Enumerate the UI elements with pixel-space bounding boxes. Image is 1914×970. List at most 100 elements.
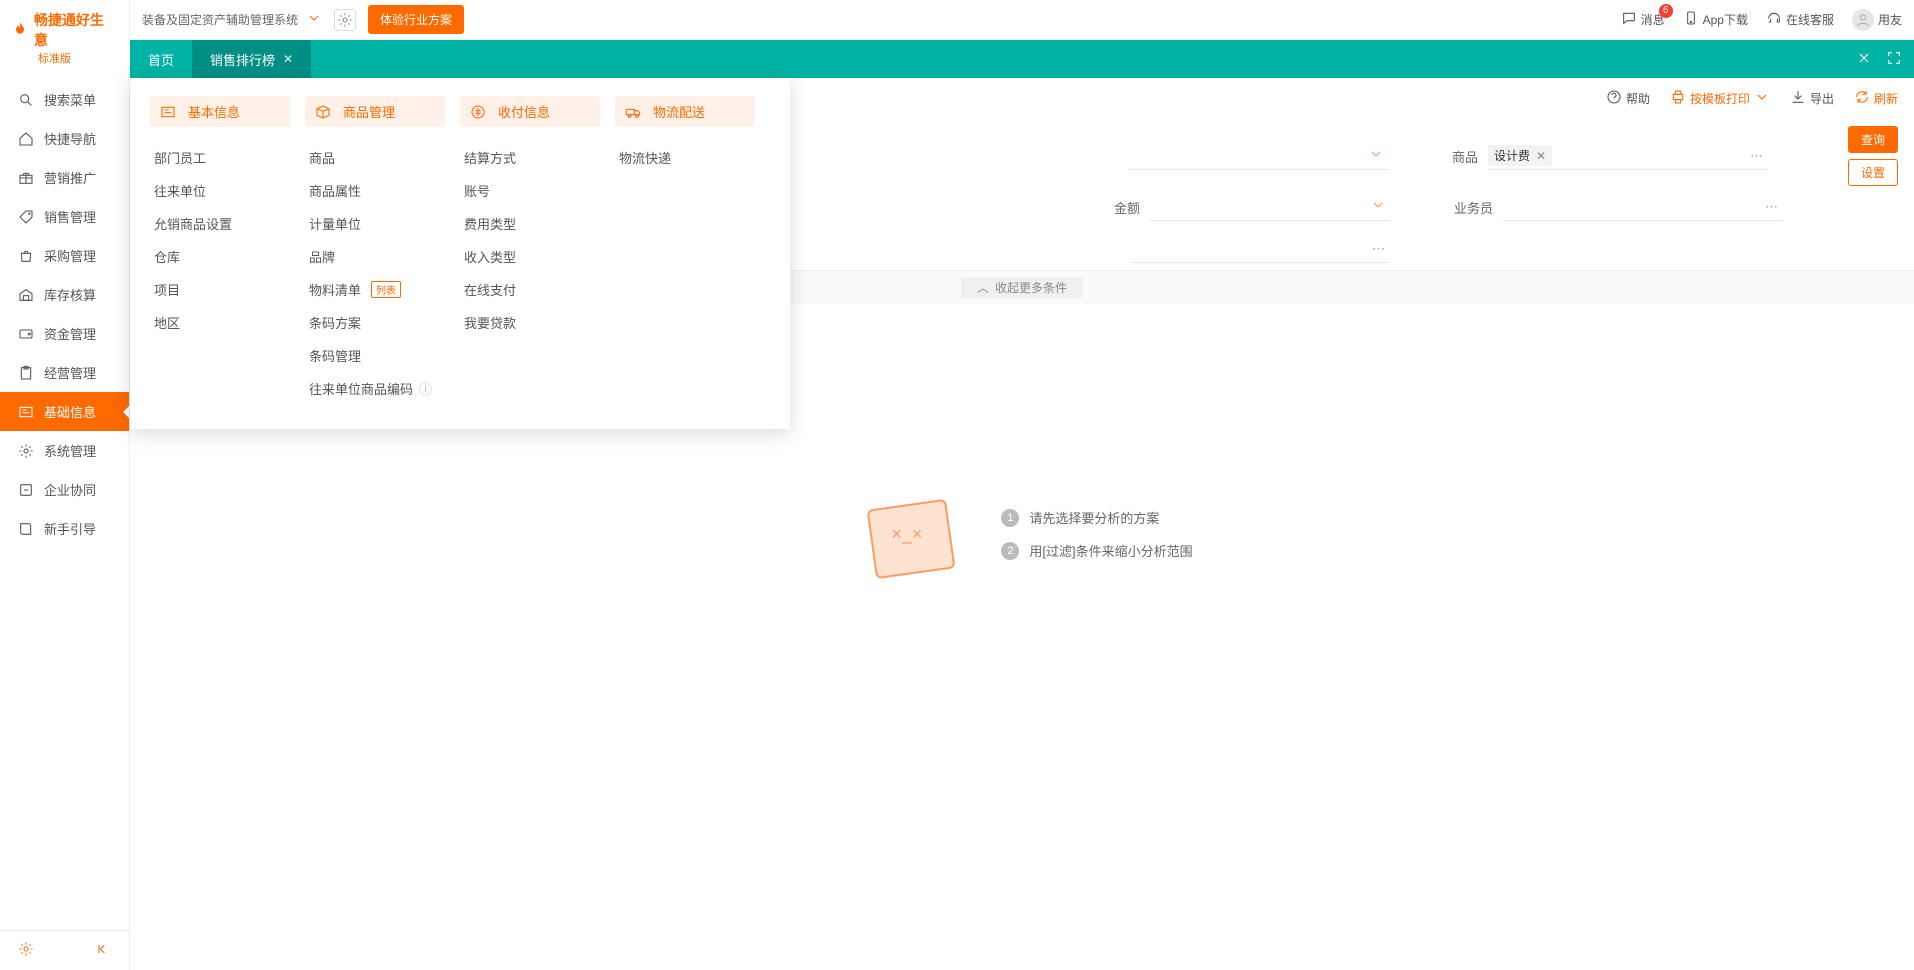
filter-settings-button[interactable]: 设置 <box>1848 159 1898 186</box>
mega-item[interactable]: 允销商品设置 <box>150 207 305 240</box>
system-name: 装备及固定资产辅助管理系统 <box>142 11 298 28</box>
mega-menu: 基本信息 部门员工 往来单位 允销商品设置 仓库 项目 地区 商品管理 商品 商… <box>130 78 790 429</box>
chevron-down-icon <box>1754 89 1770 108</box>
sidebar-item-label: 经营管理 <box>44 363 96 382</box>
mega-item[interactable]: 品牌 <box>305 240 460 273</box>
topbar: 装备及固定资产辅助管理系统 体验行业方案 消息 6 App下载 在线客服 <box>130 0 1914 40</box>
mega-item[interactable]: 费用类型 <box>460 207 615 240</box>
settings-icon <box>18 443 34 459</box>
messages-badge: 6 <box>1659 4 1673 18</box>
mega-item[interactable]: 商品属性 <box>305 174 460 207</box>
mega-item[interactable]: 结算方式 <box>460 141 615 174</box>
footer-gear-icon[interactable] <box>18 941 34 960</box>
sidebar-item-label: 资金管理 <box>44 324 96 343</box>
product-input[interactable]: 设计费✕ ⋯ <box>1488 142 1768 170</box>
sidebar-item-label: 采购管理 <box>44 246 96 265</box>
amount-dropdown[interactable] <box>1150 193 1390 221</box>
sidebar-item-basicinfo[interactable]: 基础信息 <box>0 392 129 431</box>
help-icon[interactable]: ⓘ <box>419 379 432 398</box>
mega-item[interactable]: 收入类型 <box>460 240 615 273</box>
more-icon[interactable]: ⋯ <box>1372 241 1386 257</box>
user-name: 用友 <box>1878 11 1902 28</box>
system-selector[interactable]: 装备及固定资产辅助管理系统 <box>142 10 322 29</box>
mega-item[interactable]: 我要贷款 <box>460 306 615 339</box>
sidebar-item-business[interactable]: 经营管理 <box>0 353 129 392</box>
export-icon <box>1790 89 1806 108</box>
sidebar-item-funds[interactable]: 资金管理 <box>0 314 129 353</box>
sidebar-item-purchase[interactable]: 采购管理 <box>0 236 129 275</box>
top-actions: 消息 6 App下载 在线客服 用友 <box>1621 9 1902 31</box>
mega-item[interactable]: 计量单位 <box>305 207 460 240</box>
mega-header-product: 商品管理 <box>305 96 445 127</box>
mega-item[interactable]: 项目 <box>150 273 305 306</box>
amount-label: 金额 <box>1114 198 1140 217</box>
sidebar-item-inventory[interactable]: 库存核算 <box>0 275 129 314</box>
bag-icon <box>18 248 34 264</box>
chevron-down-icon <box>306 10 322 29</box>
mega-item[interactable]: 仓库 <box>150 240 305 273</box>
brand-name: 畅捷通好生意 <box>34 10 117 50</box>
money-icon <box>470 104 490 120</box>
flame-icon <box>12 21 28 40</box>
sidebar-item-system[interactable]: 系统管理 <box>0 431 129 470</box>
system-settings-button[interactable] <box>334 9 356 31</box>
product-label: 商品 <box>1452 147 1478 166</box>
sidebar-item-label: 销售管理 <box>44 207 96 226</box>
print-template-button[interactable]: 按模板打印 <box>1670 89 1770 108</box>
mega-item[interactable]: 物流快递 <box>615 141 770 174</box>
mega-item-partnersku[interactable]: 往来单位商品编码ⓘ <box>305 372 460 405</box>
sidebar-item-label: 搜索菜单 <box>44 90 96 109</box>
mega-item[interactable]: 条码方案 <box>305 306 460 339</box>
mega-col-product: 商品管理 商品 商品属性 计量单位 品牌 物料清单列表 条码方案 条码管理 往来… <box>305 96 460 405</box>
tab-home[interactable]: 首页 <box>130 40 192 78</box>
warehouse-icon <box>18 287 34 303</box>
mega-header-payment: 收付信息 <box>460 96 600 127</box>
owner-input[interactable]: ⋯ <box>1503 193 1783 221</box>
sidebar-item-label: 库存核算 <box>44 285 96 304</box>
filter-input-3[interactable]: ⋯ <box>1130 235 1390 263</box>
refresh-button[interactable]: 刷新 <box>1854 89 1898 108</box>
sidebar-item-collab[interactable]: 企业协同 <box>0 470 129 509</box>
user-menu[interactable]: 用友 <box>1852 9 1902 31</box>
sidebar: 畅捷通好生意 标准版 搜索菜单 快捷导航 营销推广 销售管理 采购管理 库存核算… <box>0 0 130 970</box>
more-icon[interactable]: ⋯ <box>1765 199 1779 215</box>
owner-label: 业务员 <box>1454 198 1493 217</box>
messages-button[interactable]: 消息 6 <box>1621 10 1665 29</box>
mega-item[interactable]: 账号 <box>460 174 615 207</box>
mega-item[interactable]: 在线支付 <box>460 273 615 306</box>
sidebar-item-quicknav[interactable]: 快捷导航 <box>0 119 129 158</box>
mega-item[interactable]: 往来单位 <box>150 174 305 207</box>
mega-item[interactable]: 条码管理 <box>305 339 460 372</box>
empty-tip-2: 2用[过滤]条件来缩小分析范围 <box>1001 541 1192 560</box>
sidebar-item-marketing[interactable]: 营销推广 <box>0 158 129 197</box>
mega-item[interactable]: 部门员工 <box>150 141 305 174</box>
fullscreen-icon[interactable] <box>1886 50 1902 69</box>
tab-sales-ranking[interactable]: 销售排行榜 ✕ <box>192 40 311 78</box>
help-button[interactable]: 帮助 <box>1606 89 1650 108</box>
sidebar-item-guide[interactable]: 新手引导 <box>0 509 129 548</box>
close-icon[interactable]: ✕ <box>283 52 293 66</box>
mega-item-bom[interactable]: 物料清单列表 <box>305 273 460 306</box>
export-button[interactable]: 导出 <box>1790 89 1834 108</box>
app-download-button[interactable]: App下载 <box>1683 10 1748 29</box>
more-icon[interactable]: ⋯ <box>1750 148 1764 164</box>
sidebar-nav: 搜索菜单 快捷导航 营销推广 销售管理 采购管理 库存核算 资金管理 经营管理 … <box>0 80 129 930</box>
filter-dropdown-1[interactable] <box>1128 142 1388 170</box>
try-industry-button[interactable]: 体验行业方案 <box>368 5 464 34</box>
service-label: 在线客服 <box>1786 11 1834 28</box>
query-button[interactable]: 查询 <box>1848 126 1898 153</box>
chip-remove-icon[interactable]: ✕ <box>1536 149 1546 163</box>
tab-label: 首页 <box>148 50 174 69</box>
brand-edition: 标准版 <box>38 50 117 66</box>
mega-item[interactable]: 商品 <box>305 141 460 174</box>
mega-col-logistics: 物流配送 物流快递 <box>615 96 770 405</box>
sidebar-item-search[interactable]: 搜索菜单 <box>0 80 129 119</box>
home-icon <box>18 131 34 147</box>
online-service-button[interactable]: 在线客服 <box>1766 10 1834 29</box>
chevron-down-icon <box>1370 197 1386 216</box>
sidebar-item-label: 基础信息 <box>44 402 96 421</box>
collapse-sidebar-icon[interactable] <box>95 941 111 960</box>
sidebar-item-sales[interactable]: 销售管理 <box>0 197 129 236</box>
tab-close-all-icon[interactable] <box>1856 50 1872 69</box>
mega-item[interactable]: 地区 <box>150 306 305 339</box>
